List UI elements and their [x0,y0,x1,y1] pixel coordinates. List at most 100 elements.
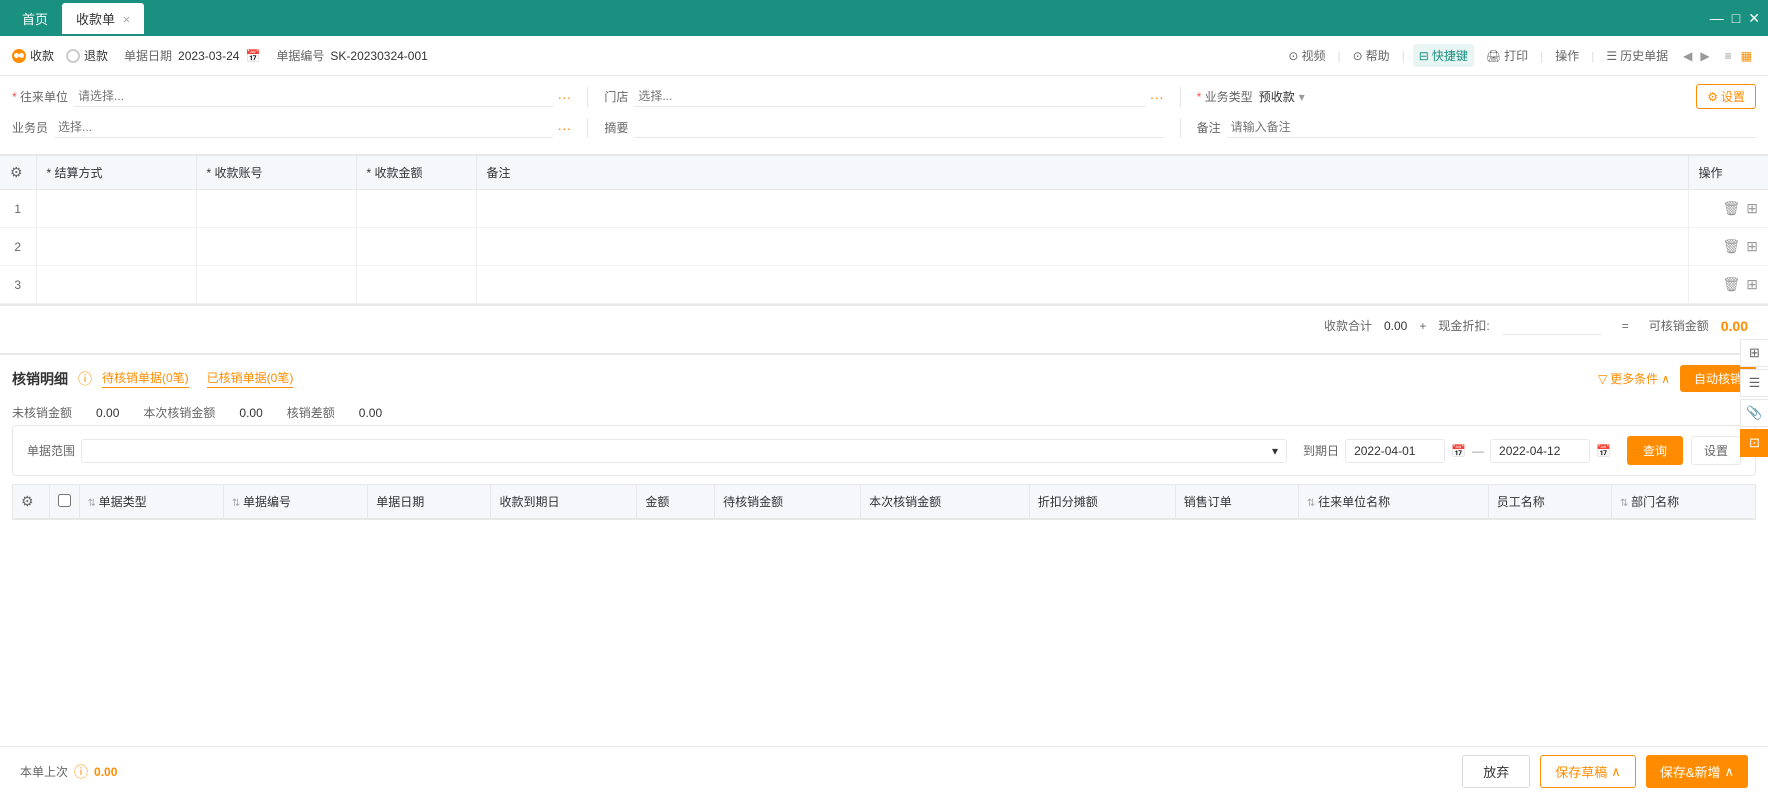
bottom-table-settings-icon[interactable]: ⚙ [21,493,34,509]
footer-value: 0.00 [94,765,117,779]
verified-tab[interactable]: 已核销单据(0笔) [207,369,294,388]
tab-receipt[interactable]: 收款单 × [62,3,144,34]
sidebar-icon-4[interactable]: ⊡ [1740,429,1768,457]
doc-type-col: 单据类型 [79,485,223,519]
chevron-down-icon[interactable]: ▾ [1299,90,1305,104]
remark-col-header: 备注 [476,156,1688,190]
tab-home[interactable]: 首页 [8,3,62,34]
remark-cell-3[interactable] [476,266,1688,304]
delete-row-1-icon[interactable]: 🗑 [1722,200,1740,217]
settings-button[interactable]: ⚙ 设置 [1696,84,1756,109]
store-more-icon[interactable]: ··· [1150,89,1164,105]
verify-header-row: 核销明细 ⓘ 待核销单据(0笔) 已核销单据(0笔) ▽ 更多条件 ∧ 自动核销 [12,365,1756,392]
shortcut-btn[interactable]: ⊟ 快捷键 [1413,44,1474,67]
start-date-input[interactable] [1345,439,1445,463]
settlement-cell-1[interactable] [36,190,196,228]
tab-receipt-label: 收款单 [76,12,115,27]
account-cell-1[interactable] [196,190,356,228]
verifiable-amount-value: 0.00 [1721,318,1748,334]
verify-diff-value: 0.00 [359,406,382,420]
close-tab-icon[interactable]: × [123,12,131,27]
more-conditions-btn[interactable]: ▽ 更多条件 ∧ [1598,370,1670,387]
date-range-filter: 到期日 📅 — 📅 [1303,439,1611,463]
end-date-input[interactable] [1490,439,1590,463]
salesperson-more-icon[interactable]: ··· [557,120,571,136]
receipt-radio[interactable]: 收款 [12,47,54,64]
copy-row-2-icon[interactable]: ⊞ [1746,238,1758,255]
summary-input[interactable] [634,117,1163,138]
account-cell-2[interactable] [196,228,356,266]
table-settings-icon[interactable]: ⚙ [10,164,23,180]
remark-input[interactable] [1227,117,1756,138]
grid-view-btn[interactable]: ▦ [1737,47,1756,65]
pending-verify-col: 待核销金额 [715,485,861,519]
form-header: 收款 退款 单据日期 2023-03-24 📅 单据编号 SK-20230324… [0,36,1768,76]
delete-row-3-icon[interactable]: 🗑 [1722,276,1740,293]
copy-row-3-icon[interactable]: ⊞ [1746,276,1758,293]
remark-cell-1[interactable] [476,190,1688,228]
list-view-btn[interactable]: ≡ [1721,47,1736,65]
maximize-btn[interactable]: □ [1732,10,1740,26]
sidebar-icon-1[interactable]: ⊞ [1740,339,1768,367]
plus-sign: + [1419,319,1426,333]
account-cell-3[interactable] [196,266,356,304]
start-date-calendar-icon[interactable]: 📅 [1451,444,1466,458]
settlement-cell-3[interactable] [36,266,196,304]
help-btn[interactable]: ⊙ 帮助 [1349,45,1394,66]
remark-field: 备注 [1197,117,1756,138]
delete-row-2-icon[interactable]: 🗑 [1722,238,1740,255]
document-date-field: 单据日期 2023-03-24 📅 [124,47,260,64]
bottom-settings-col: ⚙ [13,485,49,519]
history-doc-btn[interactable]: ☰ 历史单据 [1602,45,1672,66]
video-btn[interactable]: ⊙ 视频 [1284,45,1329,66]
receipt-radio-dot [12,49,26,63]
range-select[interactable]: ▾ [81,439,1287,463]
filter-settings-button[interactable]: 设置 [1691,436,1741,465]
separator3: | [1540,49,1543,63]
save-draft-button[interactable]: 保存草稿 ∧ [1540,755,1636,788]
counterparty-field: 往来单位 ··· [12,86,571,107]
store-input[interactable] [634,86,1145,107]
divider2 [1180,87,1181,107]
summary-label: 摘要 [604,119,628,136]
calendar-icon[interactable]: 📅 [245,49,260,63]
video-icon: ⊙ [1288,49,1298,63]
verify-info-icon[interactable]: ⓘ [78,369,92,389]
prev-arrow[interactable]: ◀ [1680,47,1695,65]
print-icon: 🖨 [1486,49,1501,63]
footer-info-icon[interactable]: ⓘ [74,762,88,782]
operations-label: 操作 [1555,47,1579,64]
query-button[interactable]: 查询 [1627,436,1683,465]
verify-left: 核销明细 ⓘ 待核销单据(0笔) 已核销单据(0笔) [12,369,293,389]
amount-cell-3[interactable] [356,266,476,304]
close-btn[interactable]: ✕ [1748,10,1760,27]
end-date-calendar-icon[interactable]: 📅 [1596,444,1611,458]
minimize-btn[interactable]: — [1710,10,1724,26]
counterparty-input[interactable] [74,86,553,107]
abandon-button[interactable]: 放弃 [1462,755,1530,788]
amount-cell-2[interactable] [356,228,476,266]
refund-radio[interactable]: 退款 [66,47,108,64]
cash-discount-input[interactable] [1502,316,1602,335]
save-new-button[interactable]: 保存&新增 ∧ [1646,755,1748,788]
copy-row-1-icon[interactable]: ⊞ [1746,200,1758,217]
settlement-cell-2[interactable] [36,228,196,266]
receipt-radio-label: 收款 [30,47,54,64]
save-new-chevron: ∧ [1724,764,1734,780]
print-btn[interactable]: 🖨 打印 [1482,45,1532,66]
verify-diff-label: 核销差额 [287,404,335,421]
business-type-value: 预收款 [1259,88,1295,105]
sidebar-icon-2[interactable]: ☰ [1740,369,1768,397]
counterparty-more-icon[interactable]: ··· [557,89,571,105]
sales-order-col: 销售订单 [1175,485,1298,519]
remark-cell-2[interactable] [476,228,1688,266]
pending-verify-tab[interactable]: 待核销单据(0笔) [102,369,189,388]
operations-btn[interactable]: 操作 [1551,45,1583,66]
document-no-value: SK-20230324-001 [330,49,427,63]
amount-cell-1[interactable] [356,190,476,228]
salesperson-input[interactable] [54,117,553,138]
sidebar-icon-3[interactable]: 📎 [1740,399,1768,427]
next-arrow[interactable]: ▶ [1697,47,1712,65]
settlement-col-label: * [47,166,55,180]
select-all-checkbox[interactable] [58,494,71,507]
